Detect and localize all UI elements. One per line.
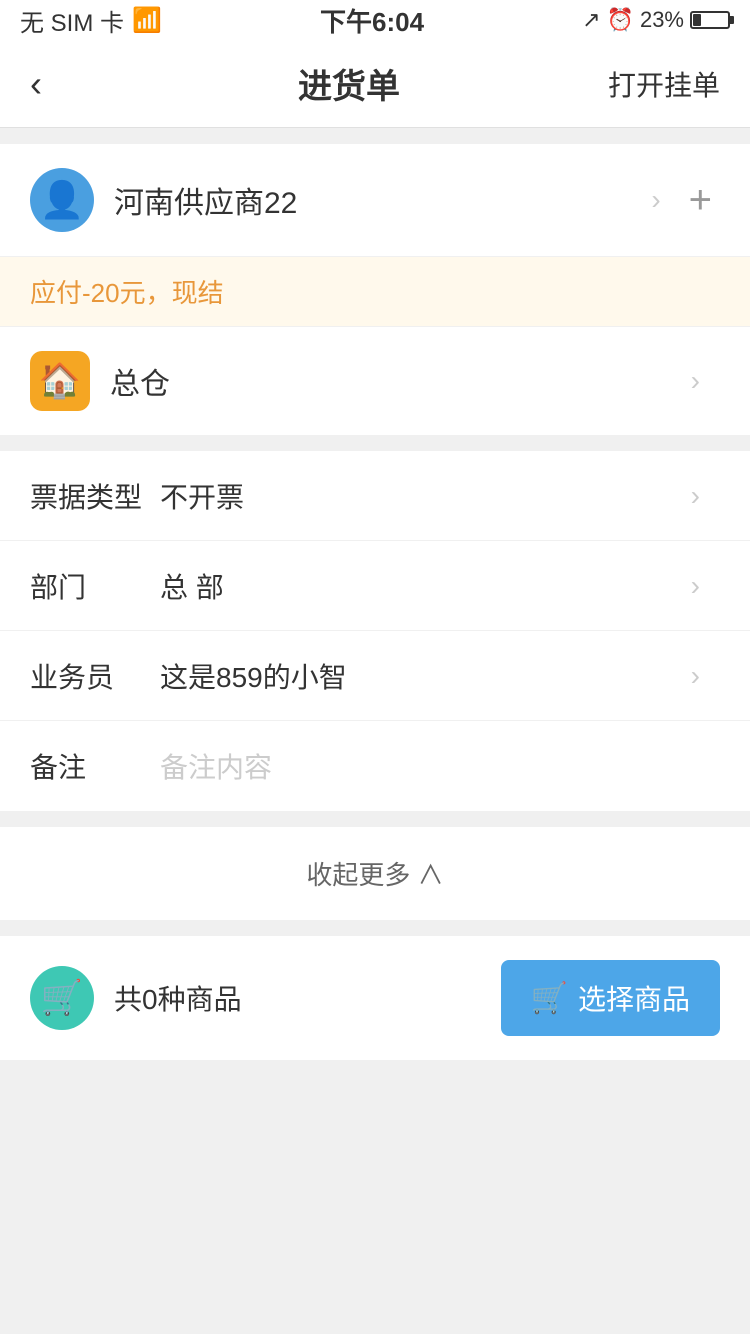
invoice-type-chevron-icon: › bbox=[691, 480, 700, 512]
salesperson-label: 业务员 bbox=[30, 656, 160, 696]
supplier-avatar: 👤 bbox=[30, 168, 94, 232]
warehouse-row[interactable]: 🏠 总仓 › bbox=[0, 326, 750, 435]
invoice-type-value: 不开票 bbox=[160, 476, 691, 516]
department-row[interactable]: 部门 总 部 › bbox=[0, 541, 750, 631]
salesperson-row[interactable]: 业务员 这是859的小智 › bbox=[0, 631, 750, 721]
department-label: 部门 bbox=[30, 566, 160, 606]
battery-icon bbox=[690, 11, 730, 29]
select-icon: 🛒 bbox=[531, 981, 568, 1016]
status-bar: 无 SIM 卡 📶 下午6:04 ↗ ⏰ 23% bbox=[0, 0, 750, 40]
carrier-label: 无 SIM 卡 bbox=[20, 3, 124, 38]
time-label: 下午6:04 bbox=[320, 2, 424, 39]
location-icon: ↗ bbox=[582, 7, 600, 33]
user-icon: 👤 bbox=[40, 179, 85, 221]
product-icon: 🛒 bbox=[30, 966, 94, 1030]
supplier-name: 河南供应商22 bbox=[114, 178, 651, 222]
department-value: 总 部 bbox=[160, 566, 691, 606]
invoice-type-label: 票据类型 bbox=[30, 476, 160, 516]
page-title: 进货单 bbox=[298, 59, 400, 108]
remark-label: 备注 bbox=[30, 746, 160, 786]
battery-percent: 23% bbox=[640, 7, 684, 33]
warehouse-chevron-icon: › bbox=[691, 365, 700, 397]
supplier-chevron-icon: › bbox=[651, 184, 660, 216]
wifi-icon: 📶 bbox=[132, 6, 162, 35]
invoice-type-row[interactable]: 票据类型 不开票 › bbox=[0, 451, 750, 541]
department-chevron-icon: › bbox=[691, 570, 700, 602]
status-right: ↗ ⏰ 23% bbox=[582, 7, 730, 33]
supplier-row[interactable]: 👤 河南供应商22 › + bbox=[0, 144, 750, 257]
supplier-section: 👤 河南供应商22 › + 应付-20元，现结 🏠 总仓 › bbox=[0, 144, 750, 435]
back-button[interactable]: ‹ bbox=[30, 63, 90, 105]
salesperson-chevron-icon: › bbox=[691, 660, 700, 692]
nav-bar: ‹ 进货单 打开挂单 bbox=[0, 40, 750, 128]
alarm-icon: ⏰ bbox=[607, 7, 634, 33]
warehouse-icon: 🏠 bbox=[30, 351, 90, 411]
salesperson-value: 这是859的小智 bbox=[160, 656, 691, 696]
collapse-button[interactable]: 收起更多 ∧ bbox=[0, 827, 750, 920]
add-supplier-button[interactable]: + bbox=[681, 178, 720, 223]
select-product-label: 选择商品 bbox=[578, 978, 690, 1018]
collapse-label: 收起更多 ∧ bbox=[306, 855, 443, 892]
select-product-button[interactable]: 🛒 选择商品 bbox=[501, 960, 720, 1036]
notice-bar: 应付-20元，现结 bbox=[0, 257, 750, 326]
notice-text: 应付-20元，现结 bbox=[30, 278, 224, 308]
status-left: 无 SIM 卡 📶 bbox=[20, 3, 162, 38]
product-count-label: 共0种商品 bbox=[114, 978, 501, 1018]
warehouse-name: 总仓 bbox=[110, 359, 691, 403]
remark-row[interactable]: 备注 备注内容 bbox=[0, 721, 750, 811]
product-section: 🛒 共0种商品 🛒 选择商品 bbox=[0, 936, 750, 1060]
cart-icon: 🛒 bbox=[41, 978, 83, 1018]
remark-value: 备注内容 bbox=[160, 746, 720, 786]
form-section: 票据类型 不开票 › 部门 总 部 › 业务员 这是859的小智 › 备注 备注… bbox=[0, 451, 750, 811]
home-icon: 🏠 bbox=[39, 361, 81, 401]
section-gap-1 bbox=[0, 128, 750, 144]
open-pending-button[interactable]: 打开挂单 bbox=[608, 64, 720, 104]
